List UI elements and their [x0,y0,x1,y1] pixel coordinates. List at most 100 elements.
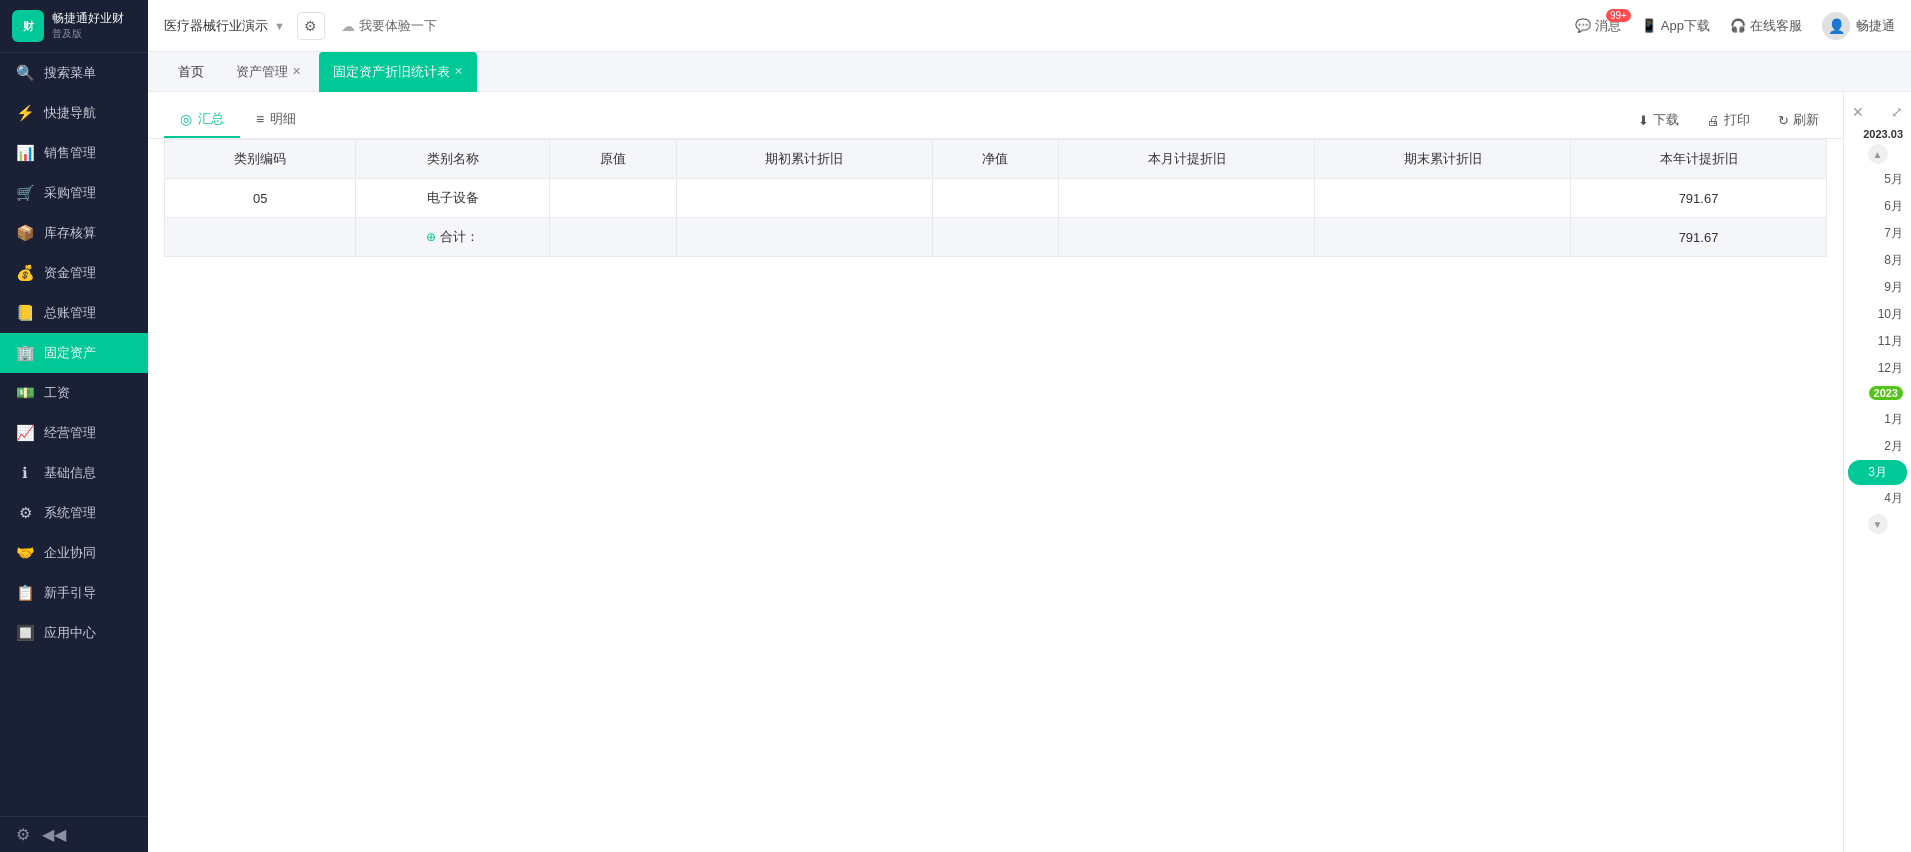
sidebar-item-search[interactable]: 🔍 搜索菜单 [0,53,148,93]
download-icon: 📱 [1641,18,1657,33]
tab-depreciation[interactable]: 固定资产折旧统计表 ✕ [319,52,477,92]
app-download-button[interactable]: 📱 App下载 [1641,17,1710,35]
toolbar: ⬇ 下载 🖨 打印 ↻ 刷新 [1630,107,1827,133]
table-row: 05 电子设备 791.67 [165,179,1827,218]
topbar: 医疗器械行业演示 ▼ ⚙ ☁ 我要体验一下 💬 消息 99+ 📱 App下载 🎧… [148,0,1911,52]
refresh-button[interactable]: ↻ 刷新 [1770,107,1827,133]
panel-current-date: 2023.03 [1844,128,1911,140]
customer-service-button[interactable]: 🎧 在线客服 [1730,17,1802,35]
month-item[interactable]: 7月 [1844,220,1911,247]
sidebar-item-system[interactable]: ⚙ 系统管理 [0,493,148,533]
cell-accumulated [676,179,932,218]
scroll-up-button[interactable]: ▲ [1868,144,1888,164]
total-annual: 791.67 [1571,218,1827,257]
total-row: ⊕ 合计： 791.67 [165,218,1827,257]
sidebar-item-purchase[interactable]: 🛒 采购管理 [0,173,148,213]
topbar-right: 💬 消息 99+ 📱 App下载 🎧 在线客服 👤 畅捷通 [1575,12,1895,40]
month-item[interactable]: 10月 [1844,301,1911,328]
message-button[interactable]: 💬 消息 99+ [1575,17,1621,35]
logo-icon: 财 [12,10,44,42]
sidebar-item-ledger[interactable]: 📒 总账管理 [0,293,148,333]
month-4[interactable]: 4月 [1844,485,1911,512]
month-3-active[interactable]: 3月 [1848,460,1907,485]
apps-icon: 🔲 [16,624,34,642]
basic-icon: ℹ [16,464,34,482]
sidebar-item-fixed[interactable]: 🏢 固定资产 [0,333,148,373]
collapse-icon[interactable]: ◀◀ [42,825,66,844]
month-item[interactable]: 12月 [1844,355,1911,382]
col-annual: 本年计提折旧 [1571,140,1827,179]
table-header-row: 类别编码 类别名称 原值 期初累计折旧 净值 本月计提折旧 期末累计折旧 本年计… [165,140,1827,179]
print-button[interactable]: 🖨 打印 [1699,107,1758,133]
tab-asset-mgmt[interactable]: 资产管理 ✕ [222,52,315,92]
month-2[interactable]: 2月 [1844,433,1911,460]
month-item[interactable]: 9月 [1844,274,1911,301]
panel-expand-icon[interactable]: ⤢ [1891,104,1903,120]
quicknav-icon: ⚡ [16,104,34,122]
sidebar-item-finance[interactable]: 💰 资金管理 [0,253,148,293]
sidebar-item-basic[interactable]: ℹ 基础信息 [0,453,148,493]
company-chevron-icon: ▼ [274,20,285,32]
subtab-detail[interactable]: ≡ 明细 [240,102,312,138]
app-logo: 财 畅捷通好业财 普及版 [0,0,148,53]
salary-icon: 💵 [16,384,34,402]
sales-icon: 📊 [16,144,34,162]
company-icon: 🤝 [16,544,34,562]
summary-icon: ◎ [180,111,192,127]
sidebar-item-apps[interactable]: 🔲 应用中心 [0,613,148,653]
col-original: 原值 [550,140,677,179]
settings-button[interactable]: ⚙ [297,12,325,40]
print-icon: 🖨 [1707,113,1720,128]
sidebar-item-inventory[interactable]: 📦 库存核算 [0,213,148,253]
fixed-icon: 🏢 [16,344,34,362]
experience-button[interactable]: ☁ 我要体验一下 [341,17,437,35]
panel-close-icon[interactable]: ✕ [1852,104,1864,120]
total-net [932,218,1059,257]
user-menu-button[interactable]: 👤 畅捷通 [1822,12,1895,40]
sidebar-item-guide[interactable]: 📋 新手引导 [0,573,148,613]
cell-annual: 791.67 [1571,179,1827,218]
search-icon: 🔍 [16,64,34,82]
month-1[interactable]: 1月 [1844,406,1911,433]
download-button[interactable]: ⬇ 下载 [1630,107,1687,133]
download-icon: ⬇ [1638,113,1649,128]
col-end-accumulated: 期末累计折旧 [1315,140,1571,179]
experience-icon: ☁ [341,18,355,34]
table-container: 类别编码 类别名称 原值 期初累计折旧 净值 本月计提折旧 期末累计折旧 本年计… [148,139,1843,852]
total-empty [165,218,356,257]
month-item[interactable]: 11月 [1844,328,1911,355]
scroll-down-button[interactable]: ▼ [1868,514,1888,534]
cell-end-accumulated [1315,179,1571,218]
month-item[interactable]: 6月 [1844,193,1911,220]
depreciation-table: 类别编码 类别名称 原值 期初累计折旧 净值 本月计提折旧 期末累计折旧 本年计… [164,139,1827,257]
tabbar: 首页 资产管理 ✕ 固定资产折旧统计表 ✕ [148,52,1911,92]
month-item[interactable]: 5月 [1844,166,1911,193]
subtab-summary[interactable]: ◎ 汇总 [164,102,240,138]
settings-icon[interactable]: ⚙ [16,825,30,844]
app-version: 普及版 [52,27,124,41]
content-area: ◎ 汇总 ≡ 明细 ⬇ 下载 🖨 打印 [148,92,1911,852]
col-accumulated: 期初累计折旧 [676,140,932,179]
gear-icon: ⚙ [304,18,317,34]
headset-icon: 🎧 [1730,18,1746,33]
cell-original [550,179,677,218]
tab-home[interactable]: 首页 [164,52,218,92]
system-icon: ⚙ [16,504,34,522]
col-monthly: 本月计提折旧 [1059,140,1315,179]
app-name: 畅捷通好业财 [52,11,124,27]
sidebar-nav: 🔍 搜索菜单 ⚡ 快捷导航 📊 销售管理 🛒 采购管理 📦 库存核算 💰 资金管… [0,53,148,816]
company-selector[interactable]: 医疗器械行业演示 ▼ [164,17,285,35]
guide-icon: 📋 [16,584,34,602]
main-area: 医疗器械行业演示 ▼ ⚙ ☁ 我要体验一下 💬 消息 99+ 📱 App下载 🎧… [148,0,1911,852]
sidebar-item-salary[interactable]: 💵 工资 [0,373,148,413]
sidebar-item-sales[interactable]: 📊 销售管理 [0,133,148,173]
sidebar-item-quicknav[interactable]: ⚡ 快捷导航 [0,93,148,133]
month-item[interactable]: 8月 [1844,247,1911,274]
year-2023-header: 2023 [1844,382,1911,406]
sidebar-item-company[interactable]: 🤝 企业协同 [0,533,148,573]
finance-icon: 💰 [16,264,34,282]
close-asset-tab-icon[interactable]: ✕ [292,65,301,78]
subtab-bar: ◎ 汇总 ≡ 明细 ⬇ 下载 🖨 打印 [148,92,1843,139]
sidebar-item-ops[interactable]: 📈 经营管理 [0,413,148,453]
close-depreciation-tab-icon[interactable]: ✕ [454,65,463,78]
